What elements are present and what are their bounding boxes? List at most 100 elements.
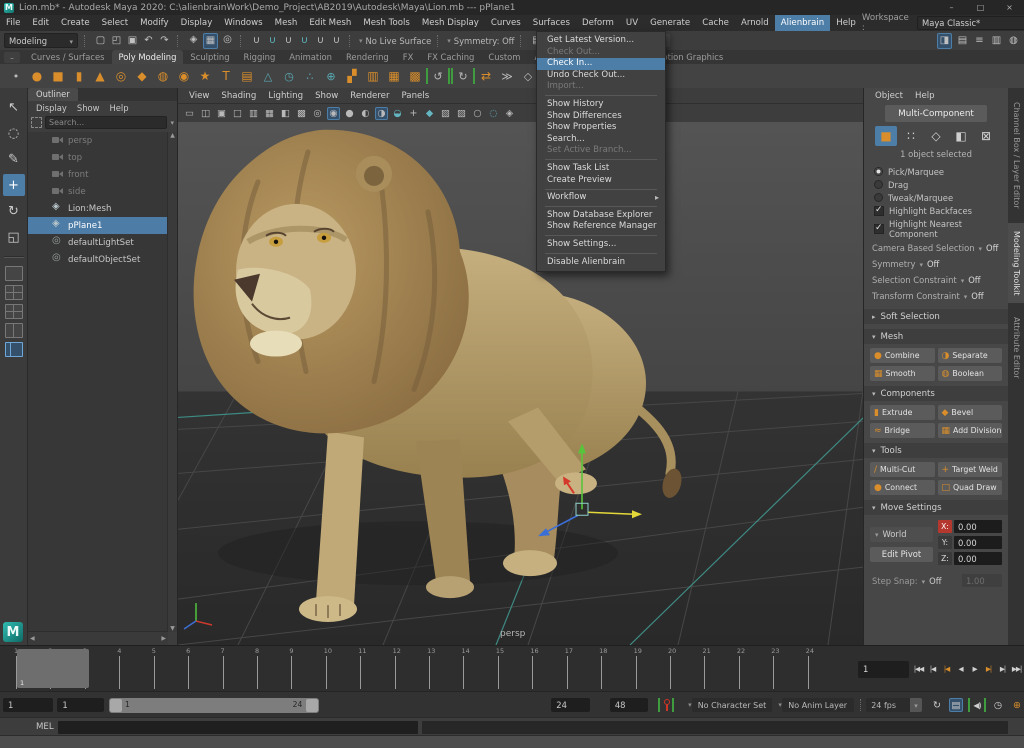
boolean-union-icon[interactable]: ⊕: [321, 66, 341, 86]
snap-projected-center-icon[interactable]: ∪: [298, 34, 311, 48]
alienbrain-menu-item[interactable]: Get Latest Version...: [537, 35, 665, 47]
step-forward-key-button[interactable]: ▶|: [983, 662, 994, 676]
camera-lock-icon[interactable]: ▭: [183, 107, 196, 120]
menu-bar-item[interactable]: Surfaces: [527, 15, 576, 31]
menu-bar-item[interactable]: Mesh Display: [416, 15, 485, 31]
timeline-tick[interactable]: 3: [85, 647, 119, 689]
alienbrain-menu-item[interactable]: [545, 159, 657, 160]
alienbrain-menu-item[interactable]: Show Task List: [537, 163, 665, 175]
bevel-button[interactable]: ◆Bevel: [938, 405, 1003, 420]
menu-bar-item[interactable]: Display: [175, 15, 219, 31]
mesh-section-header[interactable]: Mesh: [864, 329, 1008, 344]
viewport-menu-item[interactable]: Lighting: [263, 91, 308, 101]
chevron-down-icon[interactable]: [170, 118, 174, 128]
alienbrain-menu-item[interactable]: [545, 206, 657, 207]
toolkit-menu-item[interactable]: Object: [870, 91, 908, 101]
make-live-icon[interactable]: ∪: [330, 34, 343, 48]
time-slider[interactable]: 123456789101112131415161718192021222324 …: [0, 645, 1024, 692]
timeline-tick[interactable]: 9: [291, 647, 325, 689]
alienbrain-menu-item[interactable]: Check In...: [537, 58, 665, 70]
viewport-menu-item[interactable]: View: [184, 91, 214, 101]
edge-mode-icon[interactable]: ◇: [925, 126, 947, 146]
multi-cut-button[interactable]: /Multi-Cut: [870, 462, 935, 477]
menu-bar-item[interactable]: Edit: [26, 15, 55, 31]
go-to-start-button[interactable]: |◀◀: [913, 662, 924, 676]
smooth-grid-icon[interactable]: ▦: [384, 66, 404, 86]
outliner-search-input[interactable]: [45, 116, 167, 129]
poly-cube-icon[interactable]: ■: [48, 66, 68, 86]
chevron-down-icon[interactable]: ▾: [359, 37, 363, 45]
lasso-select-tool[interactable]: ◌: [3, 122, 25, 144]
timeline-tick[interactable]: 22: [739, 647, 773, 689]
viewport-3d-view[interactable]: persp: [178, 122, 863, 645]
shaded-icon[interactable]: ◉: [327, 107, 340, 120]
multi-component-button[interactable]: Multi-Component: [885, 105, 987, 122]
add-divisions-button[interactable]: ▦Add Divisions: [938, 423, 1003, 438]
poly-disc-icon[interactable]: ◍: [153, 66, 173, 86]
edit-pivot-button[interactable]: Edit Pivot: [870, 547, 933, 562]
channel-box-toggle-icon[interactable]: ▥: [990, 34, 1003, 48]
single-pane-layout-button[interactable]: [5, 266, 23, 281]
axis-value-field[interactable]: [954, 552, 1002, 565]
two-pane-layout-button[interactable]: [5, 323, 23, 338]
timeline-tick[interactable]: 24: [808, 647, 842, 689]
depth-peeling-icon[interactable]: ▧: [439, 107, 452, 120]
textured-icon[interactable]: ●: [343, 107, 356, 120]
wireframe-icon[interactable]: ◎: [311, 107, 324, 120]
alienbrain-menu-item[interactable]: Undo Check Out...: [537, 70, 665, 82]
redo-icon[interactable]: ↷: [158, 34, 171, 48]
four-pane-layout-button[interactable]: [5, 285, 23, 300]
smooth-cube-icon[interactable]: ◇: [518, 66, 538, 86]
xray-icon[interactable]: ○: [471, 107, 484, 120]
target-weld-button[interactable]: +Target Weld: [938, 462, 1003, 477]
anim-layer-selector[interactable]: No Anim Layer: [782, 698, 854, 712]
shelf-gripper-dot[interactable]: •: [6, 66, 26, 86]
toolkit-dropdown-row[interactable]: Camera Based Selection Off: [864, 240, 1008, 256]
scale-tool[interactable]: ◱: [3, 226, 25, 248]
separate-button[interactable]: ◑Separate: [938, 348, 1003, 363]
alienbrain-menu-item[interactable]: Show Reference Manager: [537, 221, 665, 233]
duplicate-pair-icon[interactable]: ▥: [363, 66, 383, 86]
alienbrain-menu-item[interactable]: Set Active Branch...: [537, 145, 665, 157]
step-back-frame-button[interactable]: |◀: [927, 662, 938, 676]
alienbrain-menu-item[interactable]: Show Database Explorer: [537, 210, 665, 222]
menu-bar-item[interactable]: Edit Mesh: [303, 15, 357, 31]
timeline-tick[interactable]: 11: [360, 647, 394, 689]
scroll-right-icon[interactable]: ▶: [161, 635, 166, 642]
motion-blur-icon[interactable]: +: [407, 107, 420, 120]
outliner-item[interactable]: side: [28, 183, 168, 200]
alienbrain-menu-item[interactable]: Create Preview: [537, 175, 665, 187]
checkbox-option[interactable]: Highlight Backfaces: [864, 204, 1008, 217]
four-pane-layout-button-2[interactable]: [5, 304, 23, 319]
safe-action-icon[interactable]: ▩: [295, 107, 308, 120]
alienbrain-menu-item[interactable]: Show Settings...: [537, 239, 665, 251]
select-hierarchy-icon[interactable]: ◈: [187, 33, 200, 47]
set-key-icon[interactable]: [658, 698, 674, 712]
undo-icon[interactable]: ↶: [142, 34, 155, 48]
outliner-item[interactable]: top: [28, 149, 168, 166]
move-settings-header[interactable]: Move Settings: [864, 500, 1008, 515]
alienbrain-menu-item[interactable]: Show Properties: [537, 122, 665, 134]
scroll-left-icon[interactable]: ◀: [30, 635, 35, 642]
command-line-mode-label[interactable]: MEL: [36, 722, 54, 732]
select-object-icon[interactable]: ▦: [203, 33, 218, 49]
soft-selection-header[interactable]: Soft Selection: [864, 309, 1008, 324]
boolean-button[interactable]: ◍Boolean: [938, 366, 1003, 381]
range-slider-left-handle[interactable]: [110, 699, 122, 712]
range-slider[interactable]: 1 24: [109, 698, 319, 713]
undo-construction-icon[interactable]: ↺: [426, 68, 450, 84]
shelf-tab[interactable]: Custom: [481, 50, 527, 64]
quad-layout-icon[interactable]: ▞: [342, 66, 362, 86]
outliner-menu-item[interactable]: Show: [73, 103, 104, 113]
alienbrain-menu-item[interactable]: [545, 95, 657, 96]
timeline-tick[interactable]: 20: [670, 647, 704, 689]
fps-selector[interactable]: 24 fps: [866, 698, 922, 712]
field-chart-icon[interactable]: ◧: [279, 107, 292, 120]
radio-option[interactable]: Tweak/Marquee: [864, 191, 1008, 204]
multisample-icon[interactable]: ◆: [423, 107, 436, 120]
select-tool[interactable]: ↖: [3, 96, 25, 118]
menu-bar-item[interactable]: Cache: [696, 15, 735, 31]
toolkit-dropdown-row[interactable]: Selection Constraint Off: [864, 272, 1008, 288]
snap-point-icon[interactable]: ∪: [282, 34, 295, 48]
step-back-key-button[interactable]: |◀: [941, 662, 952, 676]
